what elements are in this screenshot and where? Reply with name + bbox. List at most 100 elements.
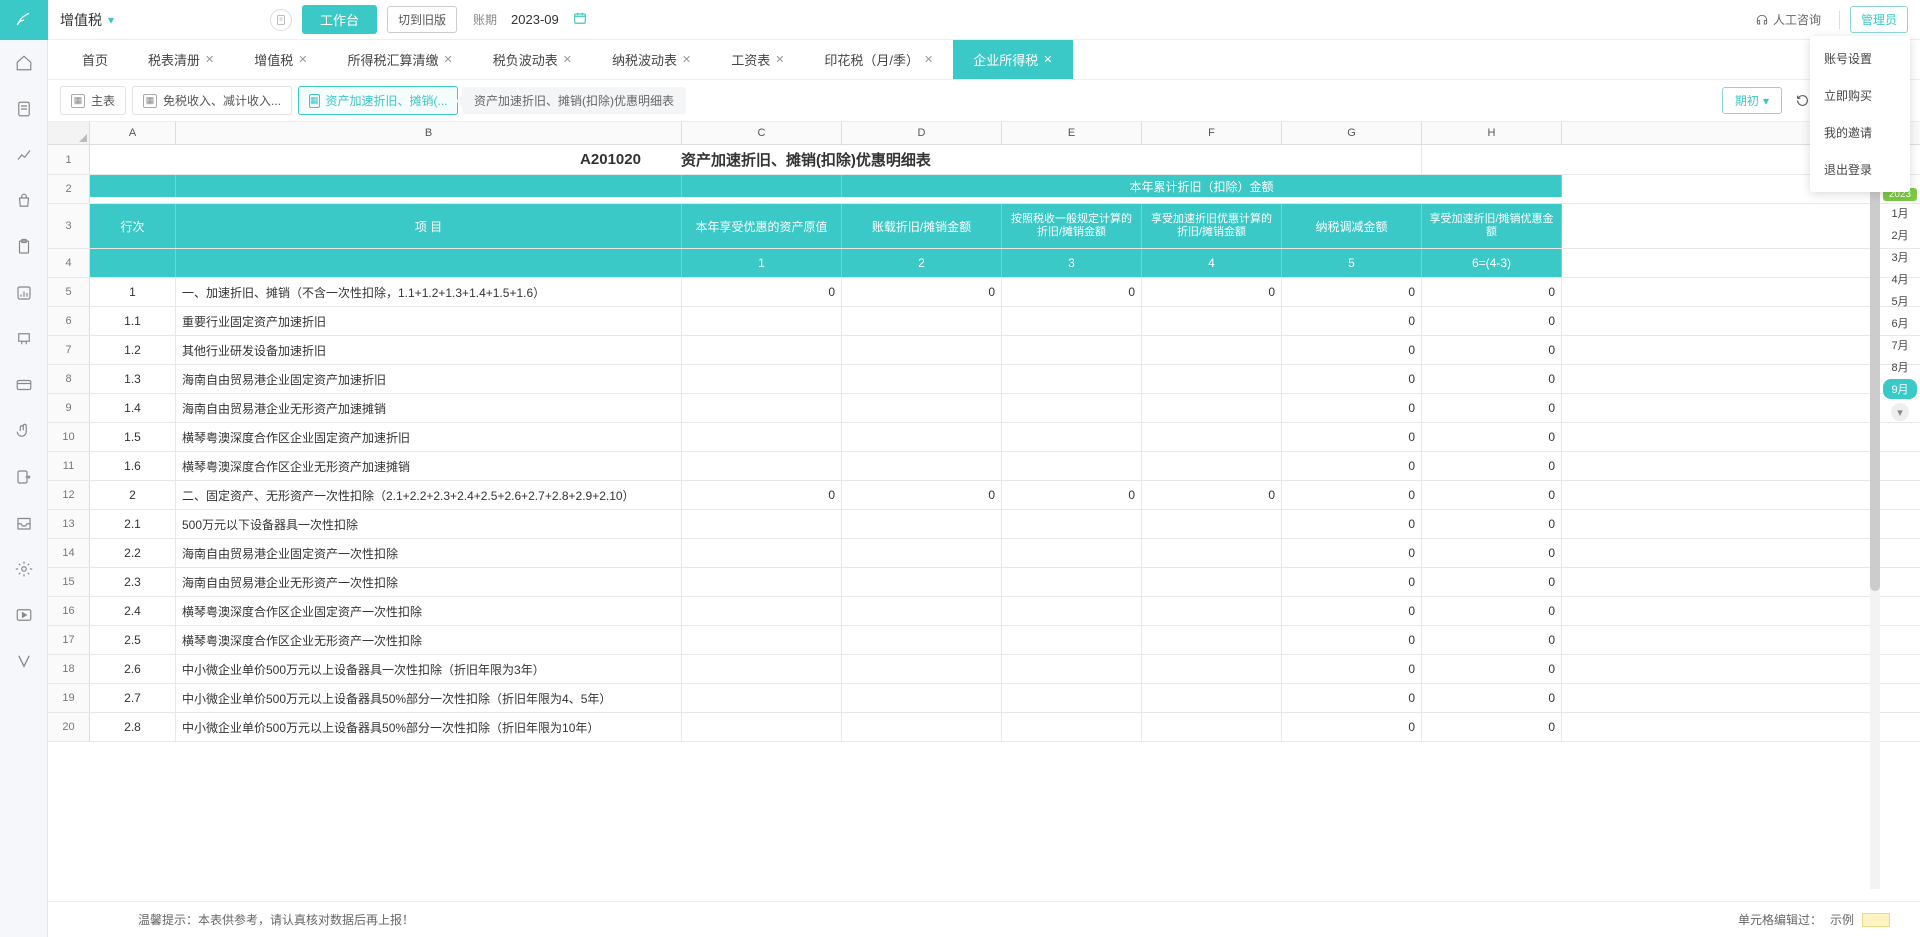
close-icon[interactable]: ✕: [205, 53, 214, 66]
cell[interactable]: 0: [1422, 278, 1562, 306]
cell[interactable]: [1002, 684, 1142, 712]
cell[interactable]: 500万元以下设备器具一次性扣除: [176, 510, 682, 538]
cell[interactable]: 横琴粤澳深度合作区企业固定资产加速折旧: [176, 423, 682, 451]
cell[interactable]: 一、加速折旧、摊销（不含一次性扣除，1.1+1.2+1.3+1.4+1.5+1.…: [176, 278, 682, 306]
cell[interactable]: [176, 249, 682, 277]
cell[interactable]: [682, 365, 842, 393]
cell[interactable]: 3: [1002, 249, 1142, 277]
row-header[interactable]: 1: [48, 145, 90, 174]
row-header[interactable]: 14: [48, 539, 90, 567]
month-item[interactable]: 8月: [1887, 357, 1912, 377]
dropdown-logout[interactable]: 退出登录: [1810, 151, 1910, 188]
dropdown-buy-now[interactable]: 立即购买: [1810, 77, 1910, 114]
cell[interactable]: [842, 539, 1002, 567]
cell[interactable]: [842, 713, 1002, 741]
cell[interactable]: [682, 175, 842, 197]
nav-settings-icon[interactable]: [0, 546, 48, 592]
nav-pin-icon[interactable]: [0, 316, 48, 362]
cell[interactable]: [1002, 568, 1142, 596]
cell[interactable]: [1002, 655, 1142, 683]
cell[interactable]: [1142, 568, 1282, 596]
cell[interactable]: 1.1: [90, 307, 176, 335]
cell[interactable]: 0: [1142, 278, 1282, 306]
row-header[interactable]: 18: [48, 655, 90, 683]
cell[interactable]: 0: [1002, 278, 1142, 306]
cell[interactable]: [1002, 510, 1142, 538]
row-header[interactable]: 15: [48, 568, 90, 596]
cell[interactable]: 0: [1282, 713, 1422, 741]
month-item[interactable]: 1月: [1887, 203, 1912, 223]
row-header[interactable]: 17: [48, 626, 90, 654]
cell[interactable]: [842, 452, 1002, 480]
cell[interactable]: [682, 684, 842, 712]
cell[interactable]: 本年享受优惠的资产原值: [682, 204, 842, 248]
cell[interactable]: 0: [1282, 655, 1422, 683]
month-item[interactable]: 6月: [1887, 313, 1912, 333]
cell[interactable]: 账载折旧/摊销金额: [842, 204, 1002, 248]
row-header[interactable]: 19: [48, 684, 90, 712]
cell[interactable]: 2.2: [90, 539, 176, 567]
cell[interactable]: 0: [1422, 684, 1562, 712]
cell[interactable]: 0: [1282, 684, 1422, 712]
sheet-tab-depreciation[interactable]: ▦ 资产加速折旧、摊销(...: [298, 86, 458, 115]
cell[interactable]: 6=(4-3): [1422, 249, 1562, 277]
cell[interactable]: 海南自由贸易港企业无形资产加速摊销: [176, 394, 682, 422]
col-header-c[interactable]: C: [682, 122, 842, 144]
col-header-a[interactable]: A: [90, 122, 176, 144]
cell[interactable]: 海南自由贸易港企业固定资产一次性扣除: [176, 539, 682, 567]
row-header[interactable]: 20: [48, 713, 90, 741]
cell[interactable]: [842, 510, 1002, 538]
tab-4[interactable]: 税负波动表✕: [473, 40, 592, 79]
cell[interactable]: 中小微企业单价500万元以上设备器具50%部分一次性扣除（折旧年限为10年）: [176, 713, 682, 741]
cell[interactable]: [682, 713, 842, 741]
cell[interactable]: 0: [1282, 394, 1422, 422]
tab-2[interactable]: 增值税✕: [234, 40, 327, 79]
vertical-scrollbar[interactable]: [1870, 144, 1880, 889]
dropdown-account-settings[interactable]: 账号设置: [1810, 40, 1910, 77]
cell[interactable]: [842, 655, 1002, 683]
nav-report-icon[interactable]: [0, 270, 48, 316]
col-header-b[interactable]: B: [176, 122, 682, 144]
cell[interactable]: [1142, 307, 1282, 335]
cell[interactable]: 0: [1142, 481, 1282, 509]
cell[interactable]: [1002, 452, 1142, 480]
cell[interactable]: A201020资产加速折旧、摊销(扣除)优惠明细表: [90, 145, 1422, 174]
row-header[interactable]: 2: [48, 175, 90, 203]
cell[interactable]: 0: [1422, 568, 1562, 596]
select-all-corner[interactable]: [48, 122, 90, 144]
month-item[interactable]: 4月: [1887, 269, 1912, 289]
cell[interactable]: 纳税调减金额: [1282, 204, 1422, 248]
cell[interactable]: 0: [1282, 626, 1422, 654]
cell[interactable]: [1142, 539, 1282, 567]
nav-v-icon[interactable]: [0, 638, 48, 684]
cell[interactable]: 海南自由贸易港企业无形资产一次性扣除: [176, 568, 682, 596]
cell[interactable]: [1002, 423, 1142, 451]
cell[interactable]: 1: [90, 278, 176, 306]
cell[interactable]: 0: [842, 278, 1002, 306]
row-header[interactable]: 5: [48, 278, 90, 306]
cell[interactable]: [90, 249, 176, 277]
nav-inbox-icon[interactable]: [0, 500, 48, 546]
cell[interactable]: 0: [1422, 510, 1562, 538]
cell[interactable]: 享受加速折旧优惠计算的折旧/摊销金额: [1142, 204, 1282, 248]
cell[interactable]: 0: [1422, 481, 1562, 509]
cell[interactable]: [682, 336, 842, 364]
cell[interactable]: [682, 423, 842, 451]
col-header-d[interactable]: D: [842, 122, 1002, 144]
row-header[interactable]: 11: [48, 452, 90, 480]
cell[interactable]: [1002, 336, 1142, 364]
cell[interactable]: 0: [1422, 713, 1562, 741]
cell[interactable]: 0: [1282, 278, 1422, 306]
calendar-icon[interactable]: [573, 11, 587, 28]
row-header[interactable]: 7: [48, 336, 90, 364]
cell[interactable]: 2.4: [90, 597, 176, 625]
cell[interactable]: 1.2: [90, 336, 176, 364]
cell[interactable]: 2.6: [90, 655, 176, 683]
cell[interactable]: 0: [1282, 423, 1422, 451]
cell[interactable]: 0: [1282, 307, 1422, 335]
cell[interactable]: 0: [1422, 452, 1562, 480]
cell[interactable]: 0: [1282, 365, 1422, 393]
cell[interactable]: 项 目: [176, 204, 682, 248]
cell[interactable]: 中小微企业单价500万元以上设备器具50%部分一次性扣除（折旧年限为4、5年）: [176, 684, 682, 712]
tab-0[interactable]: 首页: [62, 40, 128, 79]
